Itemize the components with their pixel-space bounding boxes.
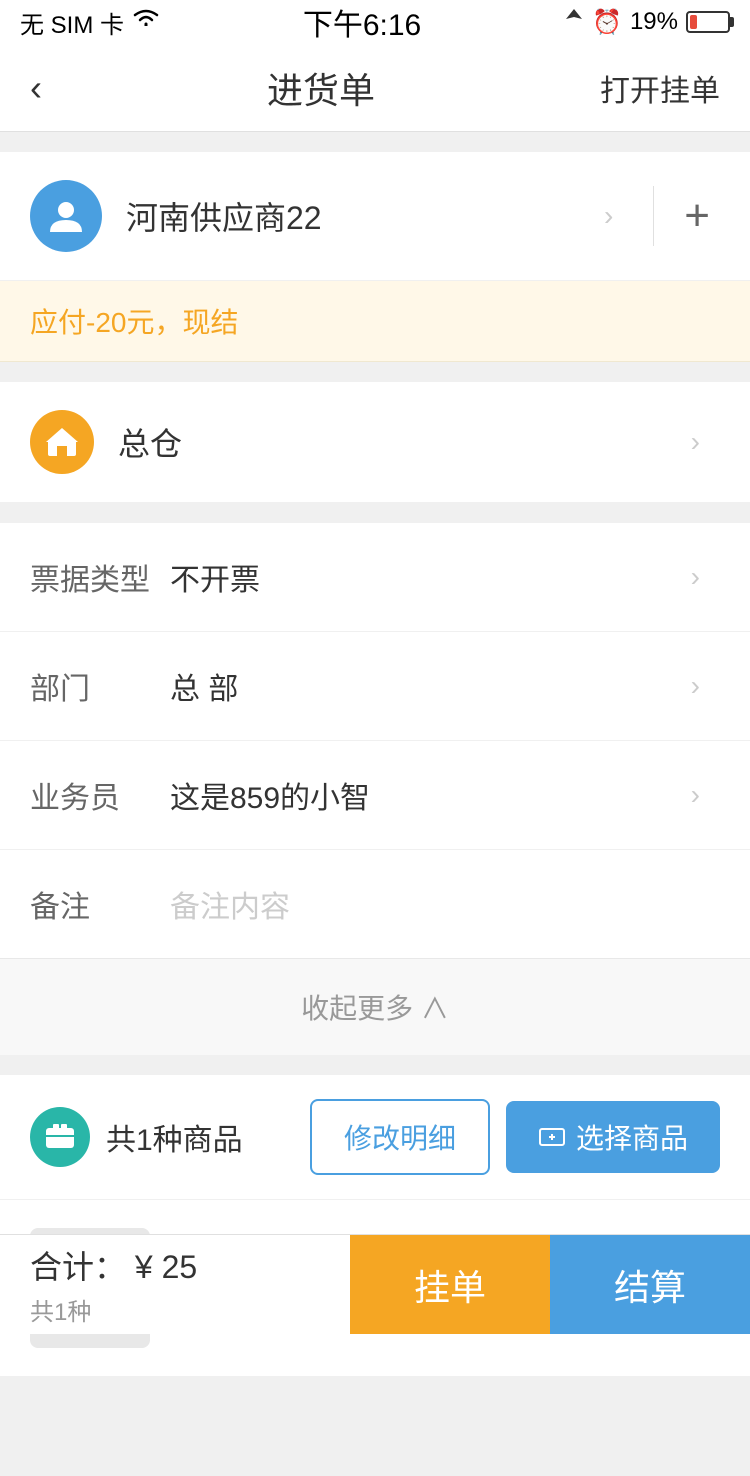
invoice-chevron-icon: › (691, 561, 700, 593)
total-label: 合计： (30, 1249, 126, 1285)
supplier-avatar (30, 180, 102, 252)
warehouse-chevron-icon: › (691, 426, 700, 458)
collapse-label: 收起更多 ∧ (301, 993, 449, 1024)
checkout-button[interactable]: 结算 (550, 1235, 750, 1334)
info-banner: 应付-20元，现结 (0, 281, 750, 362)
nav-bar: ‹ 进货单 打开挂单 (0, 44, 750, 132)
status-right: ⏰ 19% (564, 7, 730, 38)
department-label: 部门 (30, 664, 170, 708)
divider (653, 186, 654, 246)
warehouse-icon (30, 410, 94, 474)
total-amount: 合计： ¥ 25 (30, 1242, 320, 1288)
page-title: 进货单 (267, 62, 375, 114)
supplier-name: 河南供应商22 (126, 193, 604, 239)
total-value: ¥ 25 (135, 1249, 197, 1285)
department-chevron-icon: › (691, 670, 700, 702)
salesman-row[interactable]: 业务员 这是859的小智 › (0, 740, 750, 849)
salesman-label: 业务员 (30, 773, 170, 817)
hold-button[interactable]: 挂单 (350, 1235, 550, 1334)
products-icon (30, 1107, 90, 1167)
supplier-row[interactable]: 河南供应商22 › + (0, 152, 750, 281)
supplier-section: 河南供应商22 › + 应付-20元，现结 (0, 152, 750, 362)
add-supplier-button[interactable]: + (674, 191, 720, 241)
back-button[interactable]: ‹ (30, 67, 42, 109)
time-label: 下午6:16 (303, 0, 421, 44)
warehouse-section: 总仓 › (0, 382, 750, 502)
status-bar: 无 SIM 卡 下午6:16 ⏰ 19% (0, 0, 750, 44)
select-product-label: 选择商品 (576, 1117, 688, 1157)
section-gap-1 (0, 132, 750, 152)
open-hold-button[interactable]: 打开挂单 (600, 66, 720, 110)
section-gap-3 (0, 502, 750, 522)
department-row[interactable]: 部门 总 部 › (0, 631, 750, 740)
supplier-chevron-icon: › (604, 200, 613, 232)
select-product-button[interactable]: 选择商品 (506, 1101, 720, 1173)
total-count: 共1种 (30, 1292, 320, 1327)
battery-icon (686, 11, 730, 33)
info-banner-text: 应付-20元，现结 (30, 307, 238, 338)
invoice-type-row[interactable]: 票据类型 不开票 › (0, 522, 750, 631)
bottom-bar: 合计： ¥ 25 共1种 挂单 结算 (0, 1234, 750, 1334)
location-icon (564, 7, 584, 38)
warehouse-row[interactable]: 总仓 › (0, 382, 750, 502)
remark-row[interactable]: 备注 备注内容 (0, 849, 750, 958)
alarm-icon: ⏰ (592, 8, 622, 37)
wifi-icon (132, 8, 160, 37)
status-left: 无 SIM 卡 (20, 5, 160, 40)
invoice-type-value: 不开票 (170, 555, 691, 599)
salesman-value: 这是859的小智 (170, 773, 691, 817)
remark-input[interactable]: 备注内容 (170, 882, 720, 926)
remark-label: 备注 (30, 882, 170, 926)
warehouse-name: 总仓 (118, 419, 691, 465)
products-header: 共1种商品 修改明细 选择商品 (0, 1075, 750, 1199)
collapse-row[interactable]: 收起更多 ∧ (0, 958, 750, 1055)
department-value: 总 部 (170, 664, 691, 708)
battery-percent: 19% (630, 8, 678, 36)
section-gap-2 (0, 362, 750, 382)
edit-detail-button[interactable]: 修改明细 (310, 1099, 490, 1175)
form-section: 票据类型 不开票 › 部门 总 部 › 业务员 这是859的小智 › 备注 备注… (0, 522, 750, 1055)
bottom-total: 合计： ¥ 25 共1种 (0, 1235, 350, 1334)
invoice-type-label: 票据类型 (30, 555, 170, 599)
carrier-label: 无 SIM 卡 (20, 5, 124, 40)
salesman-chevron-icon: › (691, 779, 700, 811)
products-count: 共1种商品 (106, 1115, 294, 1159)
section-gap-4 (0, 1055, 750, 1075)
